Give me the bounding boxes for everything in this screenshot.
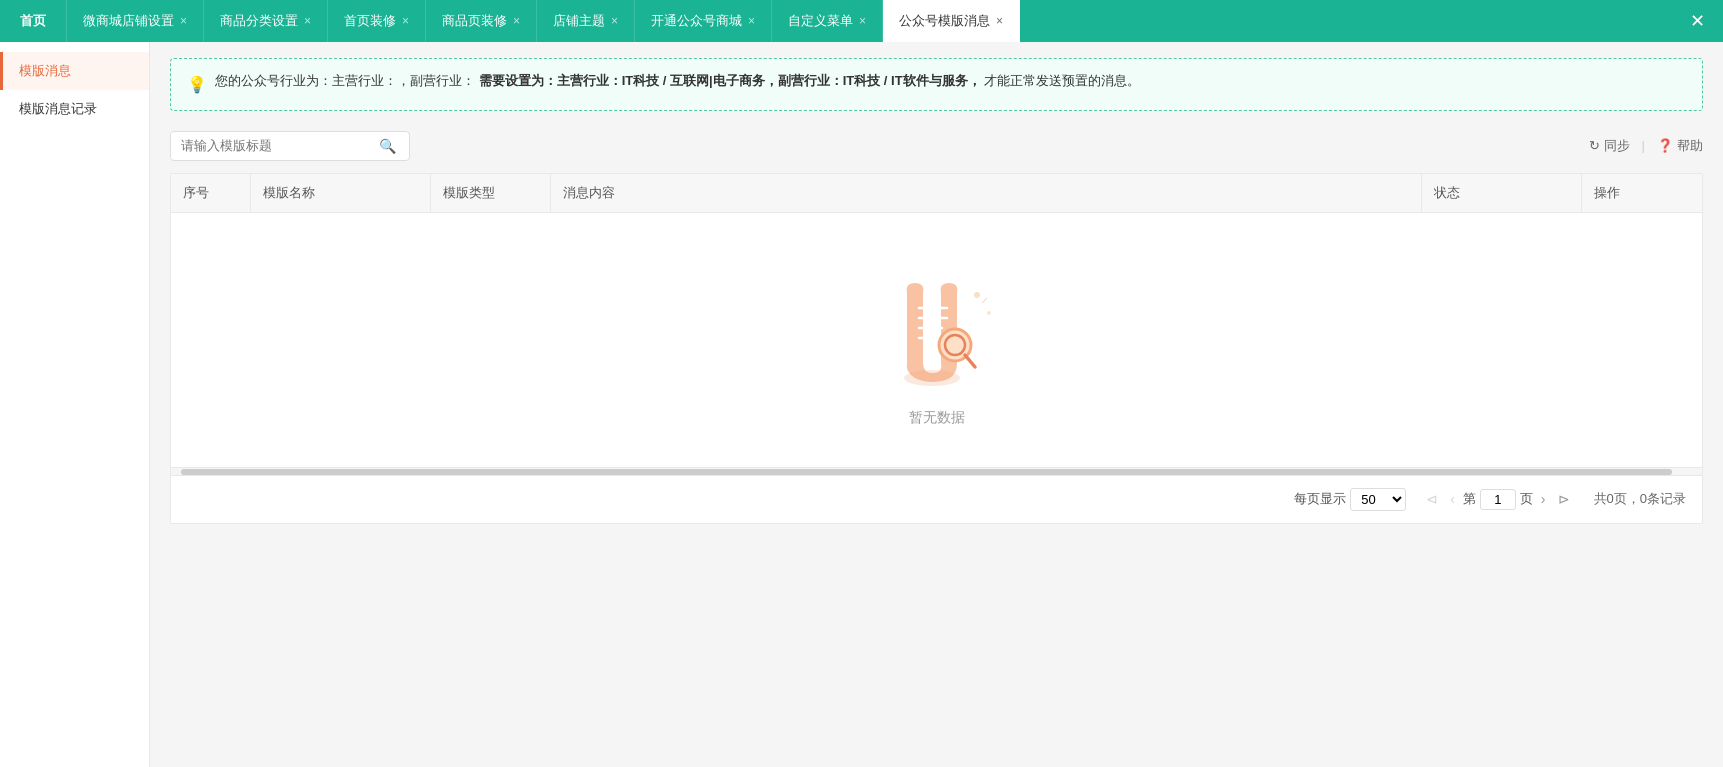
tab-home[interactable]: 首页 (0, 0, 67, 42)
table-container: 序号 模版名称 模版类型 消息内容 状态 操作 (170, 173, 1703, 524)
notice-suffix: 才能正常发送预置的消息。 (984, 73, 1140, 88)
svg-line-10 (982, 298, 987, 303)
tab-store-settings-label: 微商城店铺设置 (83, 12, 174, 30)
total-info: 共0页，0条记录 (1594, 490, 1686, 508)
tab-template-msg-label: 公众号模版消息 (899, 12, 990, 30)
svg-line-7 (965, 355, 975, 367)
tab-store-settings-close[interactable]: × (180, 14, 187, 28)
sidebar-item-template-record[interactable]: 模版消息记录 (0, 90, 149, 128)
tab-custom-menu-close[interactable]: × (859, 14, 866, 28)
sidebar-item-template-record-label: 模版消息记录 (19, 101, 97, 116)
tab-category-settings-close[interactable]: × (304, 14, 311, 28)
next-page-button[interactable]: › (1537, 489, 1550, 509)
help-label: 帮助 (1677, 137, 1703, 155)
horizontal-scrollbar[interactable] (171, 467, 1702, 475)
page-nav: ⊲ ‹ 第 页 › ⊳ (1422, 489, 1573, 510)
window-close-button[interactable]: ✕ (1682, 10, 1713, 32)
tab-category-settings-label: 商品分类设置 (220, 12, 298, 30)
table-header: 序号 模版名称 模版类型 消息内容 状态 操作 (171, 174, 1702, 213)
svg-point-8 (974, 292, 980, 298)
help-icon: ❓ (1657, 138, 1673, 153)
main-layout: 模版消息 模版消息记录 💡 您的公众号行业为：主营行业：，副营行业： 需要设置为… (0, 42, 1723, 767)
th-content: 消息内容 (551, 174, 1422, 212)
search-button[interactable]: 🔍 (371, 132, 404, 160)
page-size-container: 每页显示 50 20 100 (1294, 488, 1406, 511)
search-right-actions: ↻ 同步 | ❓ 帮助 (1589, 137, 1703, 155)
sidebar-item-template-msg-label: 模版消息 (19, 63, 71, 78)
svg-point-9 (987, 311, 991, 315)
tab-template-msg-close[interactable]: × (996, 14, 1003, 28)
empty-illustration (877, 273, 997, 393)
notice-box: 💡 您的公众号行业为：主营行业：，副营行业： 需要设置为：主营行业：IT科技 /… (170, 58, 1703, 111)
tab-product-decor-close[interactable]: × (513, 14, 520, 28)
th-actions: 操作 (1582, 174, 1702, 212)
tab-store-theme-label: 店铺主题 (553, 12, 605, 30)
current-page-input[interactable] (1480, 489, 1516, 510)
sync-button[interactable]: ↻ 同步 (1589, 137, 1630, 155)
prev-page-button[interactable]: ‹ (1446, 489, 1459, 509)
pagination: 每页显示 50 20 100 ⊲ ‹ 第 页 › ⊳ 共0页，0条记录 (171, 475, 1702, 523)
tab-bar: 首页 微商城店铺设置 × 商品分类设置 × 首页装修 × 商品页装修 × 店铺主… (0, 0, 1723, 42)
tab-custom-menu[interactable]: 自定义菜单 × (772, 0, 883, 42)
tab-custom-menu-label: 自定义菜单 (788, 12, 853, 30)
search-input-container: 🔍 (170, 131, 410, 161)
tab-open-mall[interactable]: 开通公众号商城 × (635, 0, 772, 42)
tab-home-decor-close[interactable]: × (402, 14, 409, 28)
tab-open-mall-label: 开通公众号商城 (651, 12, 742, 30)
sidebar: 模版消息 模版消息记录 (0, 42, 150, 767)
tab-store-settings[interactable]: 微商城店铺设置 × (67, 0, 204, 42)
sidebar-item-template-msg[interactable]: 模版消息 (0, 52, 149, 90)
tab-store-theme-close[interactable]: × (611, 14, 618, 28)
help-button[interactable]: ❓ 帮助 (1657, 137, 1703, 155)
page-size-select[interactable]: 50 20 100 (1350, 488, 1406, 511)
page-size-label: 每页显示 (1294, 490, 1346, 508)
tab-product-decor-label: 商品页装修 (442, 12, 507, 30)
last-page-button[interactable]: ⊳ (1554, 489, 1574, 509)
first-page-button[interactable]: ⊲ (1422, 489, 1442, 509)
tab-template-msg[interactable]: 公众号模版消息 × (883, 0, 1020, 42)
th-index: 序号 (171, 174, 251, 212)
notice-icon: 💡 (187, 72, 207, 98)
content-area: 💡 您的公众号行业为：主营行业：，副营行业： 需要设置为：主营行业：IT科技 /… (150, 42, 1723, 767)
notice-highlight: 需要设置为：主营行业：IT科技 / 互联网|电子商务，副营行业：IT科技 / I… (479, 73, 981, 88)
page-label: 页 (1520, 490, 1533, 508)
sync-icon: ↻ (1589, 138, 1600, 153)
tab-category-settings[interactable]: 商品分类设置 × (204, 0, 328, 42)
page-prefix: 第 (1463, 490, 1476, 508)
search-bar: 🔍 ↻ 同步 | ❓ 帮助 (170, 131, 1703, 161)
scrollbar-thumb[interactable] (181, 469, 1672, 475)
tab-store-theme[interactable]: 店铺主题 × (537, 0, 635, 42)
empty-state: 暂无数据 (171, 213, 1702, 467)
tab-home-label: 首页 (20, 12, 46, 30)
empty-text: 暂无数据 (909, 409, 965, 427)
tab-home-decor[interactable]: 首页装修 × (328, 0, 426, 42)
sync-label: 同步 (1604, 137, 1630, 155)
notice-text: 您的公众号行业为：主营行业：，副营行业： 需要设置为：主营行业：IT科技 / 互… (215, 71, 1140, 92)
th-type: 模版类型 (431, 174, 551, 212)
divider: | (1642, 138, 1645, 153)
th-status: 状态 (1422, 174, 1582, 212)
search-input[interactable] (171, 132, 371, 159)
tab-home-decor-label: 首页装修 (344, 12, 396, 30)
th-name: 模版名称 (251, 174, 431, 212)
notice-prefix: 您的公众号行业为：主营行业：，副营行业： (215, 73, 475, 88)
tab-product-decor[interactable]: 商品页装修 × (426, 0, 537, 42)
tab-open-mall-close[interactable]: × (748, 14, 755, 28)
